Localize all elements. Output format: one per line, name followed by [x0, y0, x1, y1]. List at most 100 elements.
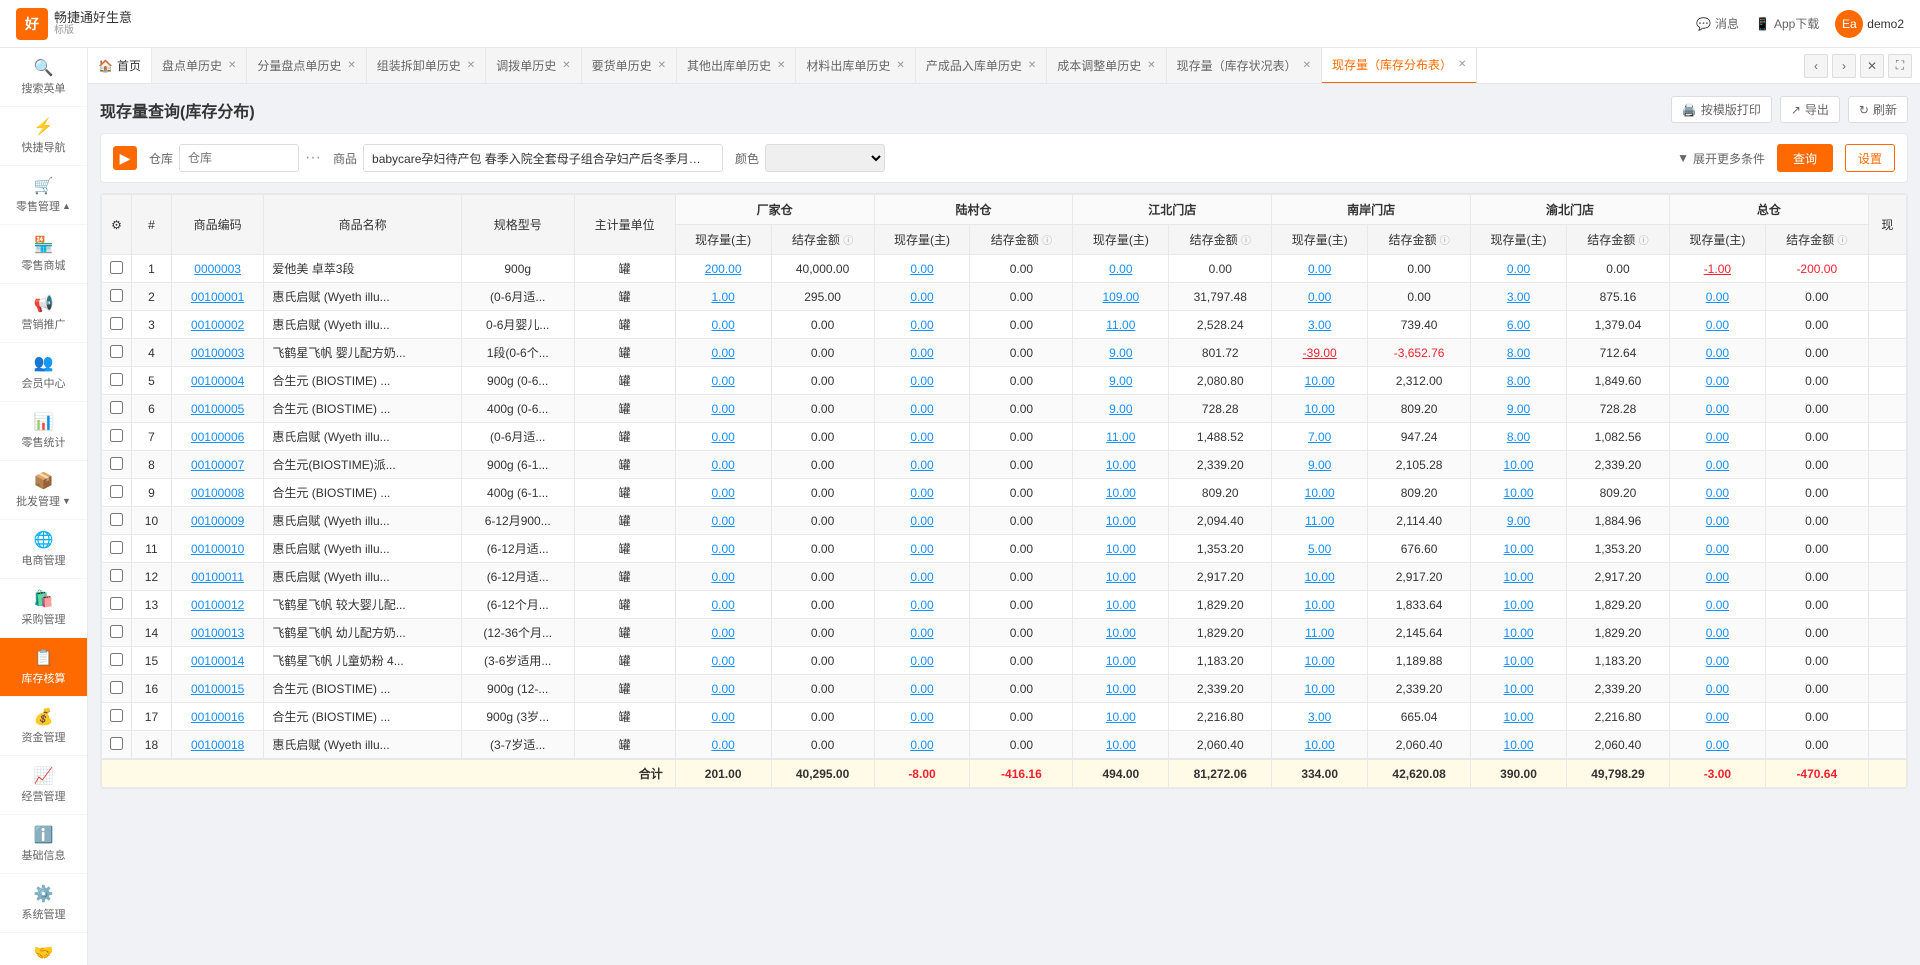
cell-tot-stock[interactable]: 0.00: [1669, 535, 1765, 563]
tab-assembly[interactable]: 组装拆卸单历史 ✕: [367, 48, 486, 83]
cell-jb-stock[interactable]: 9.00: [1073, 395, 1169, 423]
cell-luc-stock[interactable]: 0.00: [874, 479, 970, 507]
cell-jb-stock[interactable]: 10.00: [1073, 535, 1169, 563]
cell-yb-stock[interactable]: 10.00: [1471, 675, 1567, 703]
cell-na-stock[interactable]: -39.00: [1272, 339, 1368, 367]
cell-checkbox[interactable]: [102, 311, 132, 339]
nav-fullscreen-btn[interactable]: ⛶: [1888, 54, 1912, 78]
expand-conditions-btn[interactable]: ▼ 展开更多条件: [1677, 150, 1765, 167]
tab-split-inventory[interactable]: 分量盘点单历史 ✕: [247, 48, 366, 83]
tab-close-product-in[interactable]: ✕: [1028, 60, 1036, 71]
cell-na-stock[interactable]: 9.00: [1272, 451, 1368, 479]
tab-close-split-inventory[interactable]: ✕: [347, 60, 355, 71]
sidebar-item-operations[interactable]: 📈 经营管理: [0, 756, 87, 815]
tab-close-other-out[interactable]: ✕: [777, 60, 785, 71]
cell-jb-stock[interactable]: 10.00: [1073, 731, 1169, 760]
sidebar-item-member[interactable]: 👥 会员中心: [0, 343, 87, 402]
tab-inventory-single[interactable]: 盘点单历史 ✕: [152, 48, 247, 83]
cell-na-stock[interactable]: 10.00: [1272, 395, 1368, 423]
cell-jb-stock[interactable]: 0.00: [1073, 255, 1169, 283]
cell-yb-stock[interactable]: 10.00: [1471, 479, 1567, 507]
cell-luc-stock[interactable]: 0.00: [874, 311, 970, 339]
tab-cost-adjust[interactable]: 成本调整单历史 ✕: [1047, 48, 1166, 83]
tab-close-inventory-single[interactable]: ✕: [228, 60, 236, 71]
cell-code[interactable]: 00100009: [171, 507, 263, 535]
tab-close-stock-status[interactable]: ✕: [1303, 60, 1311, 71]
cell-tot-stock[interactable]: 0.00: [1669, 507, 1765, 535]
cell-na-stock[interactable]: 10.00: [1272, 675, 1368, 703]
cell-luc-stock[interactable]: 0.00: [874, 703, 970, 731]
cell-fac-stock[interactable]: 0.00: [675, 647, 771, 675]
cell-code[interactable]: 0000003: [171, 255, 263, 283]
cell-code[interactable]: 00100014: [171, 647, 263, 675]
cell-tot-stock[interactable]: 0.00: [1669, 731, 1765, 760]
cell-fac-stock[interactable]: 1.00: [675, 283, 771, 311]
cell-yb-stock[interactable]: 10.00: [1471, 703, 1567, 731]
cell-code[interactable]: 00100011: [171, 563, 263, 591]
cell-tot-stock[interactable]: 0.00: [1669, 367, 1765, 395]
nav-prev-btn[interactable]: ‹: [1804, 54, 1828, 78]
yb-bal-info-icon[interactable]: ⓘ: [1639, 236, 1649, 247]
cell-yb-stock[interactable]: 9.00: [1471, 395, 1567, 423]
cell-code[interactable]: 00100010: [171, 535, 263, 563]
cell-luc-stock[interactable]: 0.00: [874, 367, 970, 395]
cell-tot-stock[interactable]: 0.00: [1669, 423, 1765, 451]
cell-checkbox[interactable]: [102, 731, 132, 760]
tab-close-stock-dist[interactable]: ✕: [1458, 59, 1466, 70]
cell-luc-stock[interactable]: 0.00: [874, 507, 970, 535]
cell-yb-stock[interactable]: 10.00: [1471, 731, 1567, 760]
cell-luc-stock[interactable]: 0.00: [874, 675, 970, 703]
luc-bal-info-icon[interactable]: ⓘ: [1042, 236, 1052, 247]
cell-yb-stock[interactable]: 10.00: [1471, 535, 1567, 563]
export-btn[interactable]: ↗ 导出: [1780, 96, 1840, 123]
print-btn[interactable]: 🖨️ 按模版打印: [1671, 96, 1772, 123]
cell-tot-stock[interactable]: 0.00: [1669, 703, 1765, 731]
cell-luc-stock[interactable]: 0.00: [874, 395, 970, 423]
tab-material-out[interactable]: 材料出库单历史 ✕: [796, 48, 915, 83]
cell-jb-stock[interactable]: 10.00: [1073, 675, 1169, 703]
cell-yb-stock[interactable]: 6.00: [1471, 311, 1567, 339]
cell-jb-stock[interactable]: 10.00: [1073, 591, 1169, 619]
sidebar-item-basics[interactable]: ℹ️ 基础信息: [0, 815, 87, 874]
cell-checkbox[interactable]: [102, 507, 132, 535]
cell-tot-stock[interactable]: 0.00: [1669, 647, 1765, 675]
cell-checkbox[interactable]: [102, 703, 132, 731]
nav-close-btn[interactable]: ✕: [1860, 54, 1884, 78]
tab-home[interactable]: 🏠 首页: [88, 48, 152, 83]
cell-fac-stock[interactable]: 0.00: [675, 619, 771, 647]
sidebar-item-marketing[interactable]: 📢 营销推广: [0, 284, 87, 343]
cell-checkbox[interactable]: [102, 535, 132, 563]
tot-bal-info-icon[interactable]: ⓘ: [1837, 236, 1847, 247]
cell-jb-stock[interactable]: 109.00: [1073, 283, 1169, 311]
cell-jb-stock[interactable]: 10.00: [1073, 451, 1169, 479]
tab-product-in[interactable]: 产成品入库单历史 ✕: [916, 48, 1047, 83]
cell-tot-stock[interactable]: 0.00: [1669, 451, 1765, 479]
tab-close-assembly[interactable]: ✕: [467, 60, 475, 71]
cell-fac-stock[interactable]: 0.00: [675, 507, 771, 535]
cell-fac-stock[interactable]: 0.00: [675, 367, 771, 395]
cell-na-stock[interactable]: 0.00: [1272, 255, 1368, 283]
cell-jb-stock[interactable]: 9.00: [1073, 367, 1169, 395]
cell-tot-stock[interactable]: 0.00: [1669, 395, 1765, 423]
cell-yb-stock[interactable]: 10.00: [1471, 591, 1567, 619]
cell-na-stock[interactable]: 3.00: [1272, 703, 1368, 731]
cell-luc-stock[interactable]: 0.00: [874, 619, 970, 647]
cell-yb-stock[interactable]: 0.00: [1471, 255, 1567, 283]
cell-checkbox[interactable]: [102, 367, 132, 395]
cell-checkbox[interactable]: [102, 675, 132, 703]
color-select[interactable]: [765, 144, 885, 172]
na-bal-info-icon[interactable]: ⓘ: [1440, 236, 1450, 247]
cell-na-stock[interactable]: 7.00: [1272, 423, 1368, 451]
sidebar-item-inventory[interactable]: 📋 库存核算: [0, 638, 87, 697]
cell-tot-stock[interactable]: 0.00: [1669, 591, 1765, 619]
app-download-btn[interactable]: 📱 App下载: [1755, 15, 1819, 32]
cell-jb-stock[interactable]: 10.00: [1073, 563, 1169, 591]
sidebar-item-retail-stats[interactable]: 📊 零售统计: [0, 402, 87, 461]
cell-checkbox[interactable]: [102, 591, 132, 619]
cell-na-stock[interactable]: 10.00: [1272, 563, 1368, 591]
cell-luc-stock[interactable]: 0.00: [874, 731, 970, 760]
cell-yb-stock[interactable]: 8.00: [1471, 339, 1567, 367]
cell-na-stock[interactable]: 10.00: [1272, 731, 1368, 760]
jb-bal-info-icon[interactable]: ⓘ: [1241, 236, 1251, 247]
product-value-display[interactable]: babycare孕妇待产包 春季入院全套母子组合孕妇产后冬季月子用品 22件套 …: [363, 144, 723, 172]
